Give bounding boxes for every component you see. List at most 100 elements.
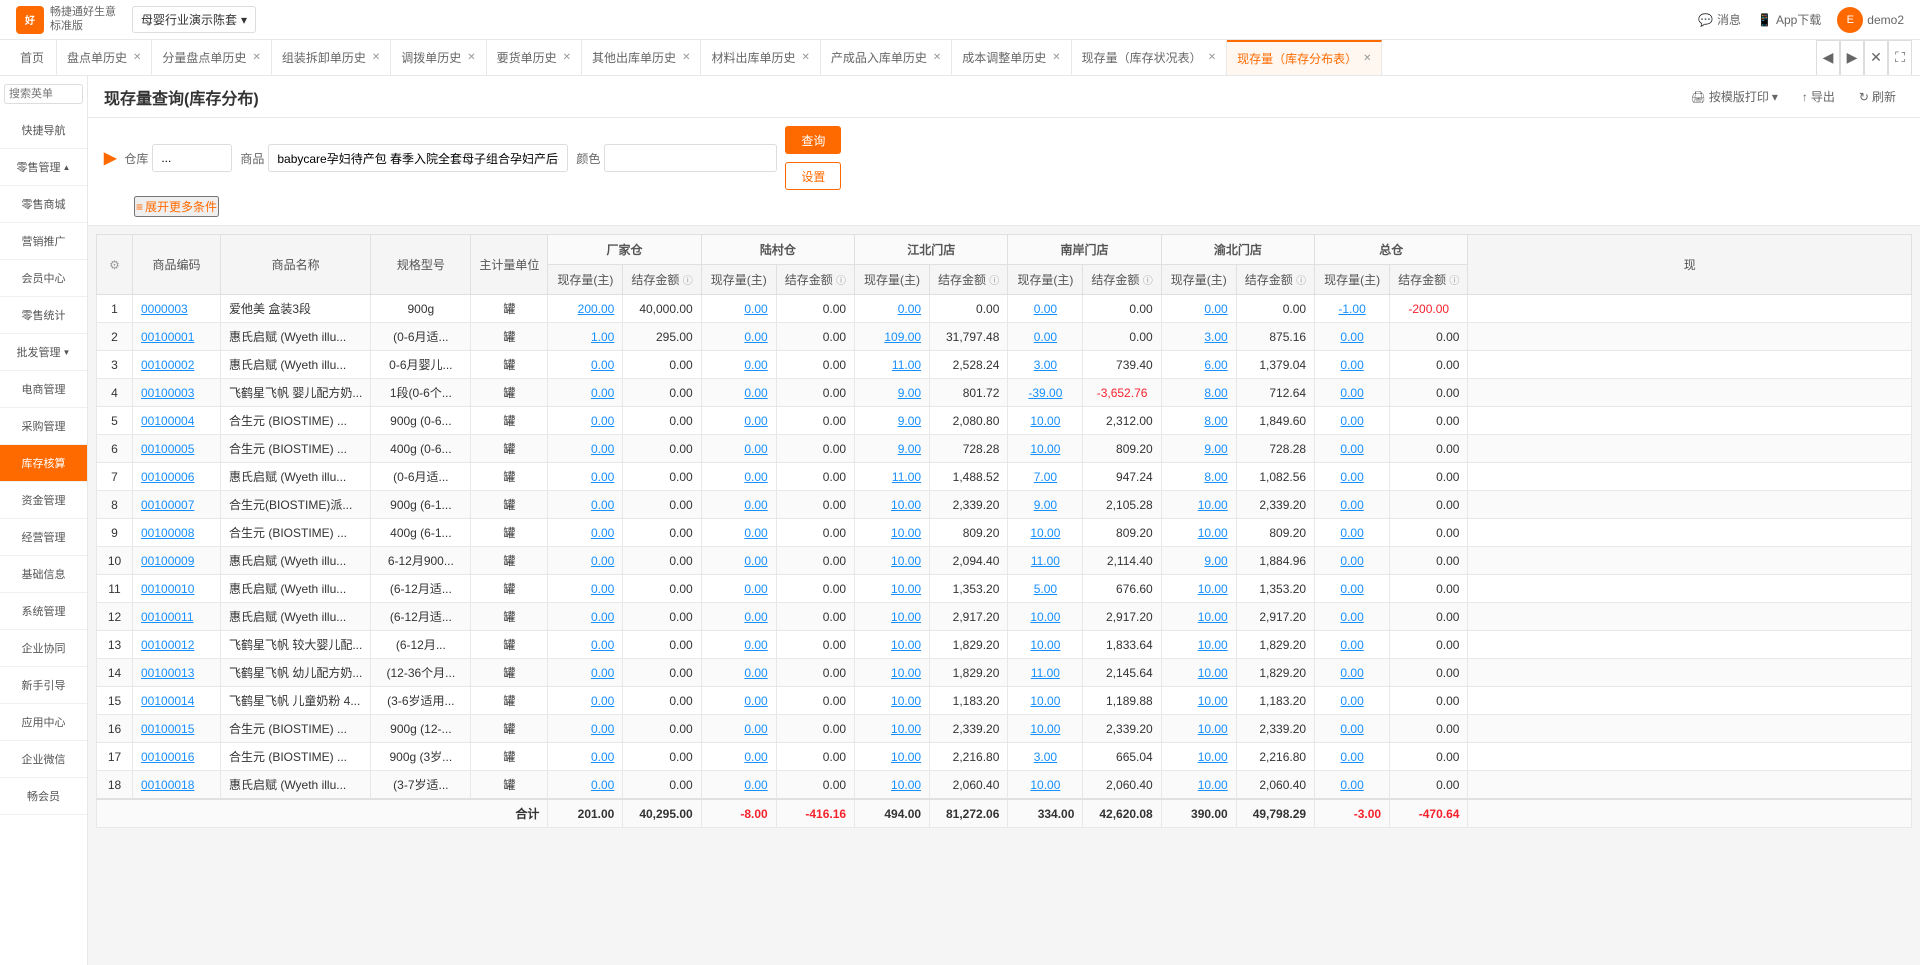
cell-jiangbei-stock[interactable]: 9.00: [855, 407, 930, 435]
cell-yubeimen-stock[interactable]: 8.00: [1161, 379, 1236, 407]
cell-factory-stock[interactable]: 0.00: [548, 491, 623, 519]
cell-total-stock[interactable]: 0.00: [1315, 351, 1390, 379]
cell-nanan-stock[interactable]: 10.00: [1008, 687, 1083, 715]
cell-jiangbei-stock[interactable]: 10.00: [855, 603, 930, 631]
cell-nanan-stock[interactable]: 0.00: [1008, 323, 1083, 351]
info-icon[interactable]: ⓘ: [836, 276, 846, 287]
cell-yubeimen-stock[interactable]: 10.00: [1161, 743, 1236, 771]
cell-jiangbei-stock[interactable]: 10.00: [855, 687, 930, 715]
info-icon[interactable]: ⓘ: [1143, 276, 1153, 287]
info-icon[interactable]: ⓘ: [989, 276, 999, 287]
cell-total-stock[interactable]: 0.00: [1315, 323, 1390, 351]
cell-jiangbei-stock[interactable]: 10.00: [855, 547, 930, 575]
cell-code[interactable]: 00100006: [133, 463, 221, 491]
sidebar-item-guide[interactable]: 新手引导: [0, 667, 87, 704]
cell-jiangbei-stock[interactable]: 11.00: [855, 351, 930, 379]
cell-jiangbei-stock[interactable]: 10.00: [855, 631, 930, 659]
cell-nanan-stock[interactable]: 10.00: [1008, 631, 1083, 659]
collapse-search-btn[interactable]: ▶: [104, 148, 116, 168]
sidebar-item-inventory[interactable]: 库存核算: [0, 445, 87, 482]
cell-code[interactable]: 00100015: [133, 715, 221, 743]
cell-yubeimen-stock[interactable]: 9.00: [1161, 547, 1236, 575]
cell-nanan-stock[interactable]: -39.00: [1008, 379, 1083, 407]
cell-factory-stock[interactable]: 1.00: [548, 323, 623, 351]
cell-jiangbei-stock[interactable]: 10.00: [855, 575, 930, 603]
query-btn[interactable]: 查询: [785, 126, 841, 154]
cell-factory-stock[interactable]: 0.00: [548, 631, 623, 659]
cell-nanan-stock[interactable]: 3.00: [1008, 351, 1083, 379]
cell-jiangbei-stock[interactable]: 10.00: [855, 743, 930, 771]
cell-jiangbei-stock[interactable]: 10.00: [855, 491, 930, 519]
cell-luzhang-stock[interactable]: 0.00: [701, 435, 776, 463]
cell-code[interactable]: 00100007: [133, 491, 221, 519]
cell-code[interactable]: 0000003: [133, 295, 221, 323]
tab-expand-btn[interactable]: ⛶: [1888, 40, 1912, 76]
cell-luzhang-stock[interactable]: 0.00: [701, 295, 776, 323]
cell-total-stock[interactable]: 0.00: [1315, 519, 1390, 547]
tab-material-out[interactable]: 材料出库单历史 ✕: [701, 40, 820, 76]
cell-yubeimen-stock[interactable]: 10.00: [1161, 631, 1236, 659]
cell-nanan-stock[interactable]: 10.00: [1008, 407, 1083, 435]
tab-home[interactable]: 首页: [8, 40, 57, 76]
tab-close-icon[interactable]: ✕: [933, 52, 941, 63]
cell-jiangbei-stock[interactable]: 10.00: [855, 715, 930, 743]
cell-yubeimen-stock[interactable]: 8.00: [1161, 407, 1236, 435]
tab-close-icon[interactable]: ✕: [372, 52, 380, 63]
cell-yubeimen-stock[interactable]: 8.00: [1161, 463, 1236, 491]
sidebar-item-system[interactable]: 系统管理: [0, 593, 87, 630]
tab-stock-dist[interactable]: 现存量（库存分布表） ✕: [1227, 40, 1382, 76]
cell-factory-stock[interactable]: 0.00: [548, 603, 623, 631]
tab-combo-disassemble[interactable]: 组装拆卸单历史 ✕: [272, 40, 391, 76]
cell-code[interactable]: 00100004: [133, 407, 221, 435]
tab-close-icon[interactable]: ✕: [133, 52, 141, 63]
tab-product-in[interactable]: 产成品入库单历史 ✕: [821, 40, 952, 76]
cell-luzhang-stock[interactable]: 0.00: [701, 323, 776, 351]
cell-factory-stock[interactable]: 0.00: [548, 575, 623, 603]
cell-yubeimen-stock[interactable]: 10.00: [1161, 491, 1236, 519]
cell-jiangbei-stock[interactable]: 0.00: [855, 295, 930, 323]
cell-factory-stock[interactable]: 0.00: [548, 743, 623, 771]
cell-factory-stock[interactable]: 0.00: [548, 519, 623, 547]
cell-total-stock[interactable]: 0.00: [1315, 715, 1390, 743]
sidebar-item-wholesale[interactable]: 批发管理 ▼: [0, 334, 87, 371]
tab-cost-adjust[interactable]: 成本调整单历史 ✕: [952, 40, 1071, 76]
sidebar-item-finance[interactable]: 资金管理: [0, 482, 87, 519]
expand-conditions-btn[interactable]: ≡ 展开更多条件: [134, 196, 219, 217]
sidebar-item-enterprise[interactable]: 企业协同: [0, 630, 87, 667]
cell-luzhang-stock[interactable]: 0.00: [701, 463, 776, 491]
refresh-btn[interactable]: ↻ 刷新: [1851, 84, 1904, 109]
sidebar-item-quick-nav[interactable]: 快捷导航: [0, 112, 87, 149]
cell-code[interactable]: 00100003: [133, 379, 221, 407]
cell-nanan-stock[interactable]: 10.00: [1008, 715, 1083, 743]
cell-code[interactable]: 00100013: [133, 659, 221, 687]
info-icon[interactable]: ⓘ: [683, 276, 693, 287]
tab-close-icon[interactable]: ✕: [467, 52, 475, 63]
sidebar-item-basics[interactable]: 基础信息: [0, 556, 87, 593]
cell-yubeimen-stock[interactable]: 10.00: [1161, 603, 1236, 631]
sidebar-item-ecommerce[interactable]: 电商管理: [0, 371, 87, 408]
cell-nanan-stock[interactable]: 7.00: [1008, 463, 1083, 491]
tab-inventory-count-branch[interactable]: 分量盘点单历史 ✕: [152, 40, 271, 76]
cell-total-stock[interactable]: 0.00: [1315, 435, 1390, 463]
cell-jiangbei-stock[interactable]: 109.00: [855, 323, 930, 351]
cell-yubeimen-stock[interactable]: 6.00: [1161, 351, 1236, 379]
cell-luzhang-stock[interactable]: 0.00: [701, 519, 776, 547]
cell-luzhang-stock[interactable]: 0.00: [701, 407, 776, 435]
cell-nanan-stock[interactable]: 3.00: [1008, 743, 1083, 771]
cell-code[interactable]: 00100011: [133, 603, 221, 631]
cell-yubeimen-stock[interactable]: 0.00: [1161, 295, 1236, 323]
cell-code[interactable]: 00100014: [133, 687, 221, 715]
cell-luzhang-stock[interactable]: 0.00: [701, 743, 776, 771]
cell-luzhang-stock[interactable]: 0.00: [701, 771, 776, 800]
cell-luzhang-stock[interactable]: 0.00: [701, 631, 776, 659]
cell-code[interactable]: 00100001: [133, 323, 221, 351]
color-input[interactable]: [604, 144, 777, 172]
cell-code[interactable]: 00100016: [133, 743, 221, 771]
cell-luzhang-stock[interactable]: 0.00: [701, 491, 776, 519]
info-icon[interactable]: ⓘ: [1449, 276, 1459, 287]
tab-prev-btn[interactable]: ◀: [1816, 40, 1840, 76]
cell-jiangbei-stock[interactable]: 9.00: [855, 379, 930, 407]
warehouse-input[interactable]: [152, 144, 232, 172]
cell-total-stock[interactable]: 0.00: [1315, 659, 1390, 687]
cell-total-stock[interactable]: 0.00: [1315, 687, 1390, 715]
